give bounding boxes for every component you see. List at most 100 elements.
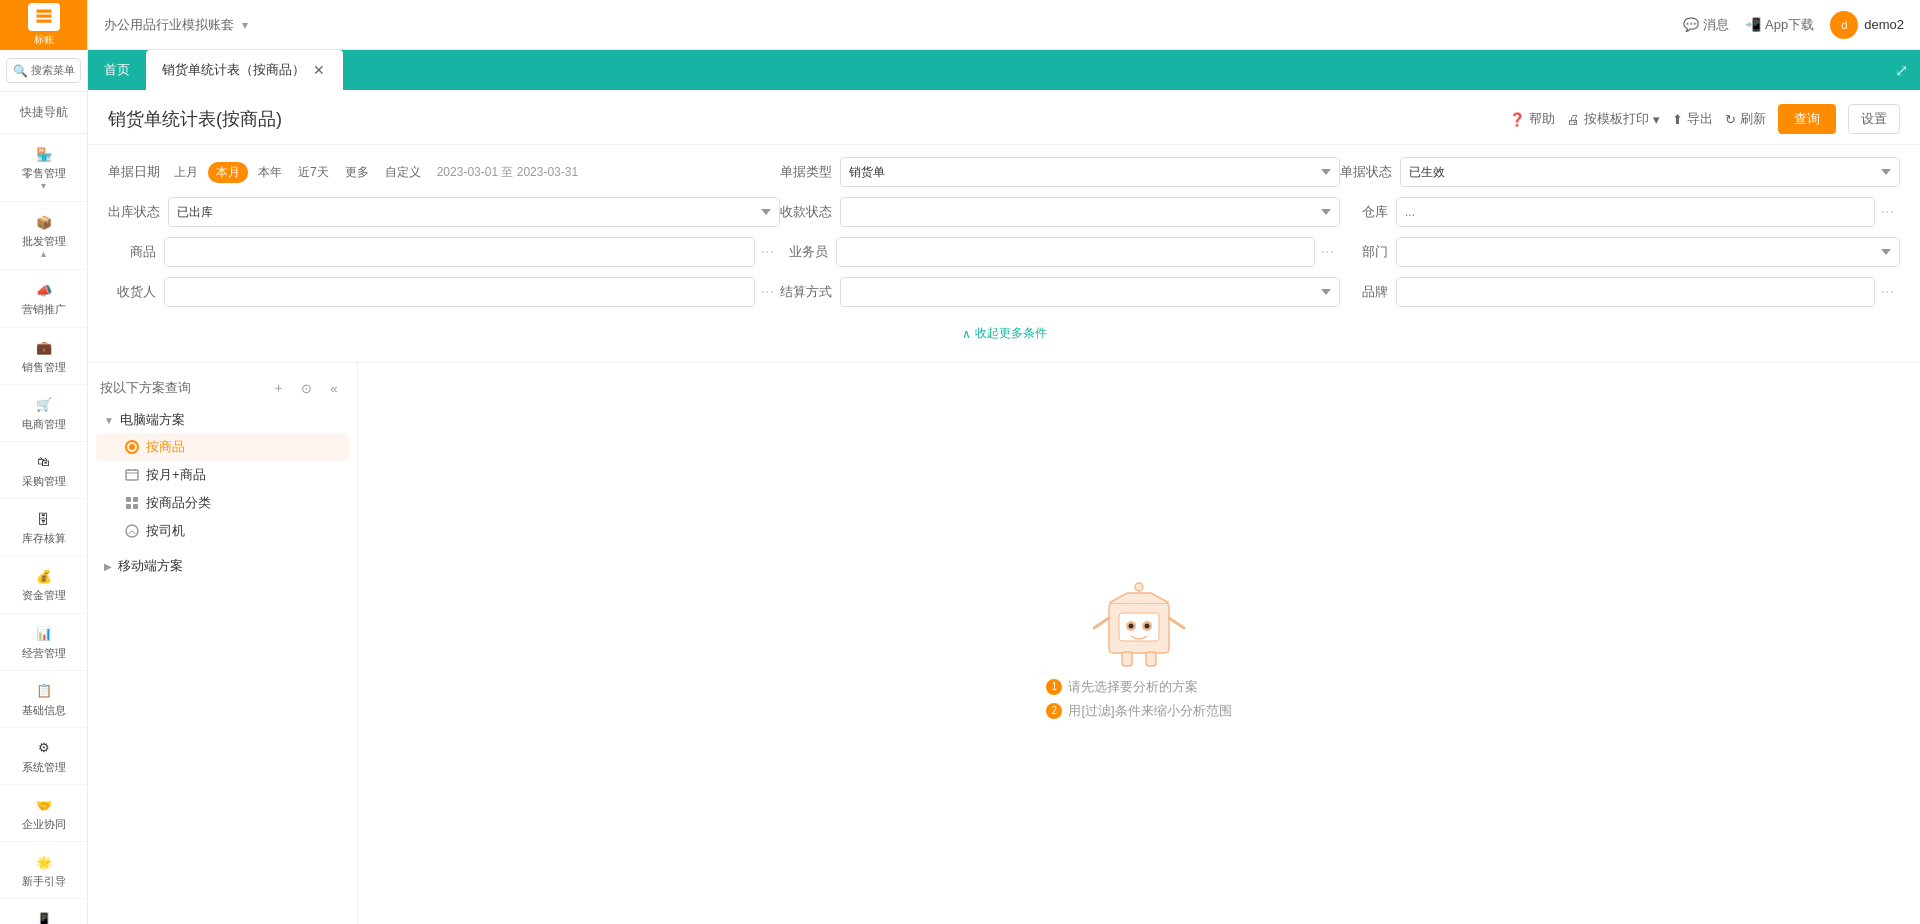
sidebar-item-newbie[interactable]: 🌟 新手引导 [0,842,87,899]
warehouse-dots[interactable]: ··· [1875,203,1900,221]
brand-dots[interactable]: ··· [1875,283,1900,301]
salesperson-dots[interactable]: ··· [1315,243,1340,261]
search-menu-button[interactable]: 🔍 帮助 搜索菜单 [6,58,81,83]
empty-tip-2: 2 用[过滤]条件来缩小分析范围 [1046,702,1231,720]
desktop-scheme-label: 电脑端方案 [120,411,185,429]
empty-illustration [1079,568,1199,668]
goods-input[interactable] [164,237,755,267]
scheme-by-goods-label: 按商品 [146,438,185,456]
payment-status-select[interactable] [840,197,1340,227]
scheme-by-category[interactable]: 按商品分类 [96,489,349,517]
sidebar-item-basic[interactable]: 📋 基础信息 [0,671,87,728]
help-button[interactable]: ❓ 帮助 [1509,110,1555,128]
scheme-by-driver[interactable]: 按司机 [96,517,349,545]
topbar-dropdown-button[interactable]: ▾ [242,18,248,32]
department-select[interactable] [1396,237,1900,267]
user-menu[interactable]: d demo2 [1830,11,1904,39]
settings-scheme-button[interactable]: ⊙ [295,377,317,399]
scheme-by-month-goods[interactable]: 按月+商品 [96,461,349,489]
sidebar-item-ecommerce[interactable]: 🛒 电商管理 [0,385,87,442]
query-button[interactable]: 查询 [1778,104,1836,134]
doc-type-select[interactable]: 销货单 [840,157,1340,187]
quick-nav-button[interactable]: 快捷导航 [6,100,81,125]
filter-area: 单据日期 上月 本月 本年 近7天 更多 自定义 2023-03-01 至 20… [88,145,1920,363]
tab-home[interactable]: 首页 [88,50,146,90]
logo[interactable]: 标账 [0,0,87,50]
salesperson-input[interactable] [836,237,1315,267]
sidebar-item-purchase[interactable]: 🛍 采购管理 [0,442,87,499]
goods-label: 商品 [108,243,164,261]
svg-point-20 [1135,583,1143,591]
sidebar-item-marketing-label: 营销推广 [22,303,66,316]
settlement-select[interactable] [840,277,1340,307]
sidebar-item-retail-label: 零售管理 [22,167,66,180]
collapse-more-button[interactable]: ∧ 收起更多条件 [108,317,1900,350]
date-7days[interactable]: 近7天 [292,162,335,183]
receiver-input[interactable] [164,277,755,307]
sidebar-item-retail[interactable]: 🏪 零售管理 ▾ [0,134,87,202]
help-label: 帮助 [1529,110,1555,128]
warehouse-input[interactable] [1396,197,1875,227]
sidebar-item-enterprise[interactable]: 🤝 企业协同 [0,785,87,842]
date-custom[interactable]: 自定义 [379,162,427,183]
template-print-button[interactable]: 🖨 按模板打印 ▾ [1567,110,1660,128]
desktop-scheme-parent[interactable]: ▼ 电脑端方案 [96,407,349,433]
scheme-category-icon [124,495,140,511]
tree-expand-icon: ▼ [104,415,114,426]
sidebar-item-finance[interactable]: 💰 资金管理 [0,556,87,613]
sidebar-item-system[interactable]: ⚙ 系统管理 [0,728,87,785]
export-button[interactable]: ⬆ 导出 [1672,110,1713,128]
svg-rect-6 [126,497,131,502]
app-download-label: App下载 [1765,16,1814,34]
right-content: 1 请先选择要分析的方案 2 用[过滤]条件来缩小分析范围 [358,363,1920,924]
filter-warehouse: 仓库 ··· [1340,197,1900,227]
date-more[interactable]: 更多 [339,162,375,183]
svg-rect-2 [126,470,138,480]
doc-status-label: 单据状态 [1340,163,1400,181]
sidebar-item-inventory[interactable]: 🗄 库存核算 [0,499,87,556]
sidebar-item-finance-label: 资金管理 [22,589,66,602]
refresh-icon: ↻ [1725,112,1736,127]
settings-button[interactable]: 设置 [1848,104,1900,134]
avatar: d [1830,11,1858,39]
export-icon: ⬆ [1672,112,1683,127]
tip1-num: 1 [1046,679,1062,695]
mobile-scheme-parent[interactable]: ▶ 移动端方案 [96,553,349,579]
search-text: 搜索菜单 [31,63,75,78]
empty-text: 1 请先选择要分析的方案 2 用[过滤]条件来缩小分析范围 [1046,678,1231,720]
date-this-year[interactable]: 本年 [252,162,288,183]
goods-dots[interactable]: ··· [755,243,780,261]
add-icon: ＋ [272,379,285,397]
date-last-month[interactable]: 上月 [168,162,204,183]
app-download-button[interactable]: 📲 App下载 [1745,16,1814,34]
sidebar-item-marketing[interactable]: 📣 营销推广 [0,270,87,327]
print-icon: 🖨 [1567,112,1580,127]
receiver-dots[interactable]: ··· [755,283,780,301]
add-scheme-button[interactable]: ＋ [267,377,289,399]
sidebar-item-basic-label: 基础信息 [22,704,66,717]
sidebar-item-appcenter[interactable]: 📱 应用中心 [0,899,87,924]
operations-icon: 📊 [34,624,54,644]
scheme-by-category-label: 按商品分类 [146,494,211,512]
tab-maximize-button[interactable]: ⤢ [1895,61,1920,80]
doc-status-select[interactable]: 已生效 [1400,157,1900,187]
scheme-by-goods[interactable]: 按商品 [96,433,349,461]
sidebar-item-purchase-label: 采购管理 [22,475,66,488]
date-this-month[interactable]: 本月 [208,162,248,183]
message-button[interactable]: 💬 消息 [1683,16,1729,34]
stock-status-select[interactable]: 已出库 [168,197,780,227]
gear-icon: ⊙ [301,381,312,396]
sidebar-item-operations[interactable]: 📊 经营管理 [0,614,87,671]
collapse-panel-button[interactable]: « [323,377,345,399]
collapse-label: 收起更多条件 [975,325,1047,342]
svg-rect-9 [133,504,138,509]
brand-input[interactable] [1396,277,1875,307]
tab-close-button[interactable]: ✕ [311,62,327,78]
sidebar-item-sales[interactable]: 💼 销售管理 [0,328,87,385]
mobile-scheme-label: 移动端方案 [118,557,183,575]
sidebar-item-wholesale[interactable]: 📦 批发管理 ▴ [0,202,87,270]
refresh-button[interactable]: ↻ 刷新 [1725,110,1766,128]
tab-stats[interactable]: 销货单统计表（按商品） ✕ [146,50,343,90]
svg-point-16 [1144,623,1149,628]
tab-bar: 首页 销货单统计表（按商品） ✕ ⤢ [88,50,1920,90]
